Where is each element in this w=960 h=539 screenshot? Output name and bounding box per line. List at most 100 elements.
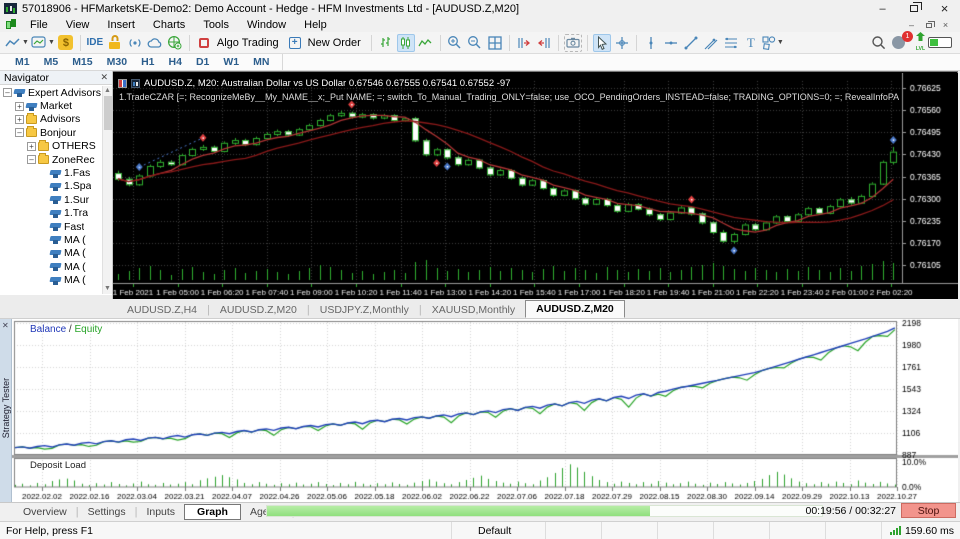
expand-icon[interactable]: +: [27, 141, 36, 151]
chart-tab-2[interactable]: USDJPY.Z,Monthly: [310, 302, 419, 318]
vertical-line-tool-button[interactable]: [642, 34, 660, 52]
tree-item-ma-[interactable]: MA (: [0, 273, 102, 286]
community-button[interactable]: [166, 34, 184, 52]
timeframe-m1[interactable]: M1: [8, 56, 37, 68]
tree-item-1-fas[interactable]: 1.Fas: [0, 166, 102, 179]
level-label: LVL: [915, 46, 925, 52]
new-order-button[interactable]: +: [286, 34, 304, 52]
tester-graph-canvas[interactable]: [12, 319, 958, 502]
new-order-label[interactable]: New Order: [308, 37, 361, 49]
tree-item-1-tra[interactable]: 1.Tra: [0, 207, 102, 220]
chart-tab-4[interactable]: AUDUSD.Z,M20: [525, 300, 625, 318]
timeframe-mn[interactable]: MN: [246, 56, 276, 68]
tree-item-fast[interactable]: Fast: [0, 220, 102, 233]
algo-trading-button[interactable]: [195, 34, 213, 52]
menu-file[interactable]: File: [21, 18, 57, 32]
tester-elapsed-time: 00:19:56 / 00:32:27: [805, 505, 897, 517]
auto-scroll-button[interactable]: [535, 34, 553, 52]
cursor-tool-button[interactable]: [592, 33, 611, 52]
tree-item-ma-[interactable]: MA (: [0, 260, 102, 273]
connection-level[interactable]: LVL: [915, 32, 952, 53]
menu-help[interactable]: Help: [295, 18, 336, 32]
restore-button[interactable]: [898, 0, 929, 17]
tree-item-market[interactable]: + Market: [0, 99, 102, 112]
zoom-in-button[interactable]: [446, 34, 464, 52]
menu-view[interactable]: View: [57, 18, 99, 32]
tree-item-ma-[interactable]: MA (: [0, 247, 102, 260]
tree-item-ma-[interactable]: MA (: [0, 233, 102, 246]
algo-trading-label[interactable]: Algo Trading: [217, 37, 279, 49]
timeframe-m5[interactable]: M5: [37, 56, 66, 68]
signal-button[interactable]: [126, 34, 144, 52]
child-minimize-button[interactable]: –: [903, 20, 920, 30]
scroll-up-icon[interactable]: ▲: [103, 86, 112, 96]
new-chart-button[interactable]: ▼: [5, 34, 29, 52]
tree-item-advisors[interactable]: + Advisors: [0, 112, 102, 126]
tree-item-zonerec[interactable]: – ZoneRec: [0, 153, 102, 166]
fibonacci-tool-button[interactable]: [722, 34, 740, 52]
timeframe-d1[interactable]: D1: [189, 56, 216, 68]
timeframe-w1[interactable]: W1: [216, 56, 246, 68]
chart-tab-0[interactable]: AUDUSD.Z,H4: [117, 302, 207, 318]
chart-tab-3[interactable]: XAUUSD,Monthly: [422, 302, 525, 318]
tester-tab-graph[interactable]: Graph: [184, 504, 241, 520]
candlestick-chart-canvas[interactable]: [113, 73, 958, 299]
menu-tools[interactable]: Tools: [194, 18, 238, 32]
chart-profile-button[interactable]: ▼: [31, 34, 55, 52]
candlestick-mode-button[interactable]: [396, 33, 415, 52]
collapse-icon[interactable]: –: [3, 88, 12, 98]
tester-tab-overview[interactable]: Overview: [14, 504, 76, 520]
tree-item-label: MA (: [64, 233, 86, 246]
child-restore-button[interactable]: [920, 20, 937, 30]
menu-insert[interactable]: Insert: [98, 18, 144, 32]
shift-end-button[interactable]: [515, 34, 533, 52]
navigator-close-button[interactable]: ✕: [100, 72, 108, 83]
bar-chart-mode-button[interactable]: [377, 34, 395, 52]
lock-button[interactable]: [106, 34, 124, 52]
notifications-button[interactable]: 1: [890, 30, 913, 52]
screenshot-button[interactable]: [563, 33, 582, 52]
timeframe-m15[interactable]: M15: [65, 56, 99, 68]
timeframe-h4[interactable]: H4: [162, 56, 189, 68]
tester-tab-settings[interactable]: Settings: [79, 504, 135, 520]
timeframe-m30[interactable]: M30: [100, 56, 134, 68]
navigator-scrollbar[interactable]: ▲ ▼: [102, 86, 112, 294]
text-tool-button[interactable]: T: [742, 34, 760, 52]
restore-icon: [909, 2, 922, 12]
crosshair-tool-button[interactable]: [613, 34, 631, 52]
close-button[interactable]: ×: [929, 0, 960, 17]
scrollbar-thumb[interactable]: [104, 96, 112, 130]
shapes-tool-button[interactable]: ▼: [762, 34, 784, 52]
child-close-button[interactable]: ×: [937, 20, 954, 30]
timeframe-h1[interactable]: H1: [134, 56, 161, 68]
tree-item-1-sur[interactable]: 1.Sur: [0, 193, 102, 206]
menu-charts[interactable]: Charts: [144, 18, 194, 32]
collapse-icon[interactable]: –: [27, 155, 36, 165]
tree-item-1-spa[interactable]: 1.Spa: [0, 180, 102, 193]
collapse-icon[interactable]: –: [15, 128, 24, 138]
tester-close-button[interactable]: ✕: [2, 321, 9, 330]
algo-trading-icon: [198, 37, 209, 48]
tree-item-bonjour[interactable]: – Bonjour: [0, 126, 102, 139]
chart-tab-1[interactable]: AUDUSD.Z,M20: [210, 302, 307, 318]
scroll-down-icon[interactable]: ▼: [103, 284, 112, 294]
zoom-out-button[interactable]: [466, 34, 484, 52]
tree-item-others[interactable]: + OTHERS: [0, 139, 102, 153]
tree-item-expert-advisors[interactable]: – Expert Advisors: [0, 86, 102, 99]
ide-button[interactable]: IDE: [86, 34, 104, 52]
horizontal-line-tool-button[interactable]: [662, 34, 680, 52]
market-watch-button[interactable]: $: [57, 34, 75, 52]
expand-icon[interactable]: +: [15, 101, 24, 111]
expand-icon[interactable]: +: [15, 114, 24, 124]
status-profile[interactable]: Default: [452, 522, 546, 539]
tile-windows-button[interactable]: [486, 34, 504, 52]
channel-tool-button[interactable]: [702, 34, 720, 52]
search-button[interactable]: [870, 34, 888, 52]
line-chart-mode-button[interactable]: [417, 34, 435, 52]
menu-window[interactable]: Window: [238, 18, 295, 32]
cloud-button[interactable]: [146, 34, 164, 52]
tester-tab-inputs[interactable]: Inputs: [137, 504, 184, 520]
stop-button[interactable]: Stop: [901, 503, 956, 518]
minimize-button[interactable]: –: [867, 0, 898, 17]
trendline-tool-button[interactable]: [682, 34, 700, 52]
